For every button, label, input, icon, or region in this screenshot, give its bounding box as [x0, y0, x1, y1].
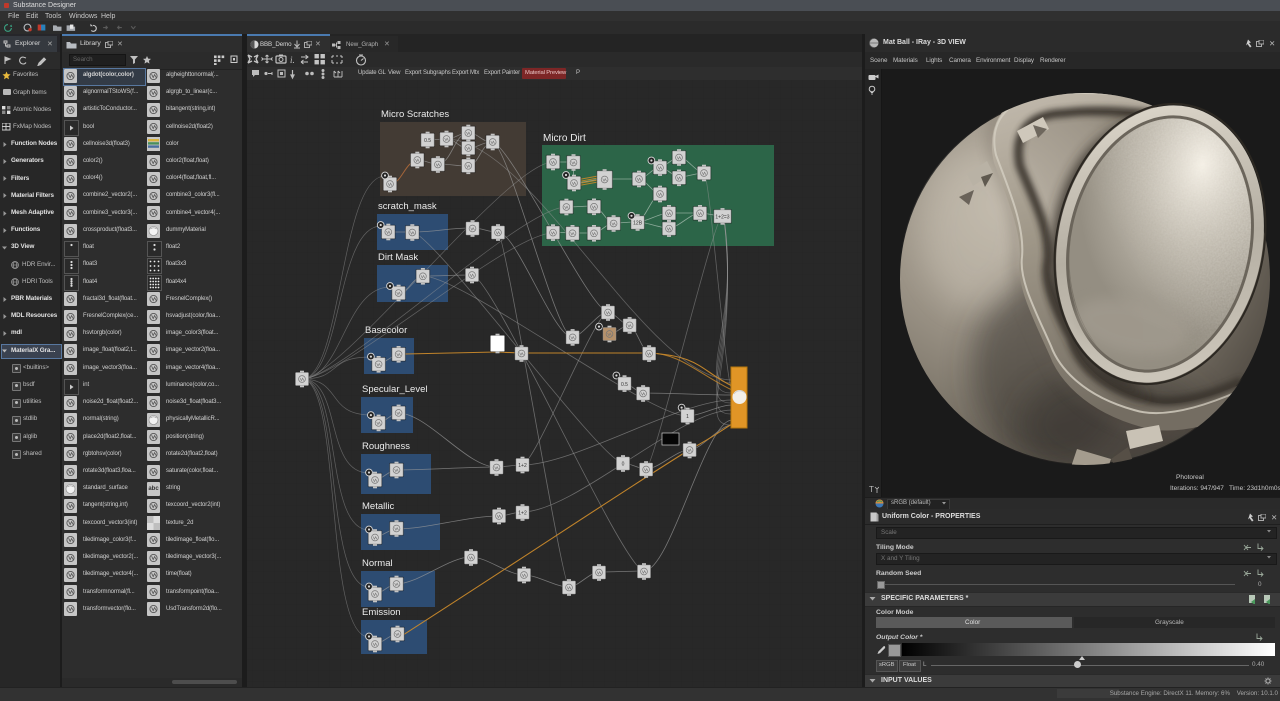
svg-text:Dirt Mask: Dirt Mask [378, 252, 418, 263]
svg-text:Time: 23d1h0m0s: Time: 23d1h0m0s [1229, 485, 1280, 492]
svg-text:Metallic: Metallic [362, 501, 394, 512]
svg-text:1+2: 1+2 [518, 511, 527, 517]
svg-text:0: 0 [622, 462, 625, 468]
svg-text:Basecolor: Basecolor [365, 325, 407, 336]
svg-text:0.5: 0.5 [621, 382, 628, 388]
svg-text:Normal: Normal [362, 558, 393, 569]
svg-text:Micro Scratches: Micro Scratches [381, 109, 449, 120]
svg-text:i.: i. [290, 55, 295, 65]
svg-text:1: 1 [686, 414, 689, 420]
svg-text:1+2: 1+2 [518, 463, 527, 469]
svg-text:1+2=3: 1+2=3 [715, 215, 729, 221]
svg-text:0.5: 0.5 [424, 138, 431, 144]
svg-text:T: T [869, 485, 874, 494]
svg-text:Micro Dirt: Micro Dirt [543, 133, 586, 144]
svg-text:Photoreal: Photoreal [1176, 474, 1204, 481]
svg-text:12B: 12B [633, 221, 643, 227]
svg-text:scratch_mask: scratch_mask [378, 201, 437, 212]
svg-text:Emission: Emission [362, 607, 401, 618]
svg-text:Iterations: 947/947: Iterations: 947/947 [1170, 485, 1224, 492]
svg-text:Specular_Level: Specular_Level [362, 384, 428, 395]
svg-text:Roughness: Roughness [362, 441, 410, 452]
